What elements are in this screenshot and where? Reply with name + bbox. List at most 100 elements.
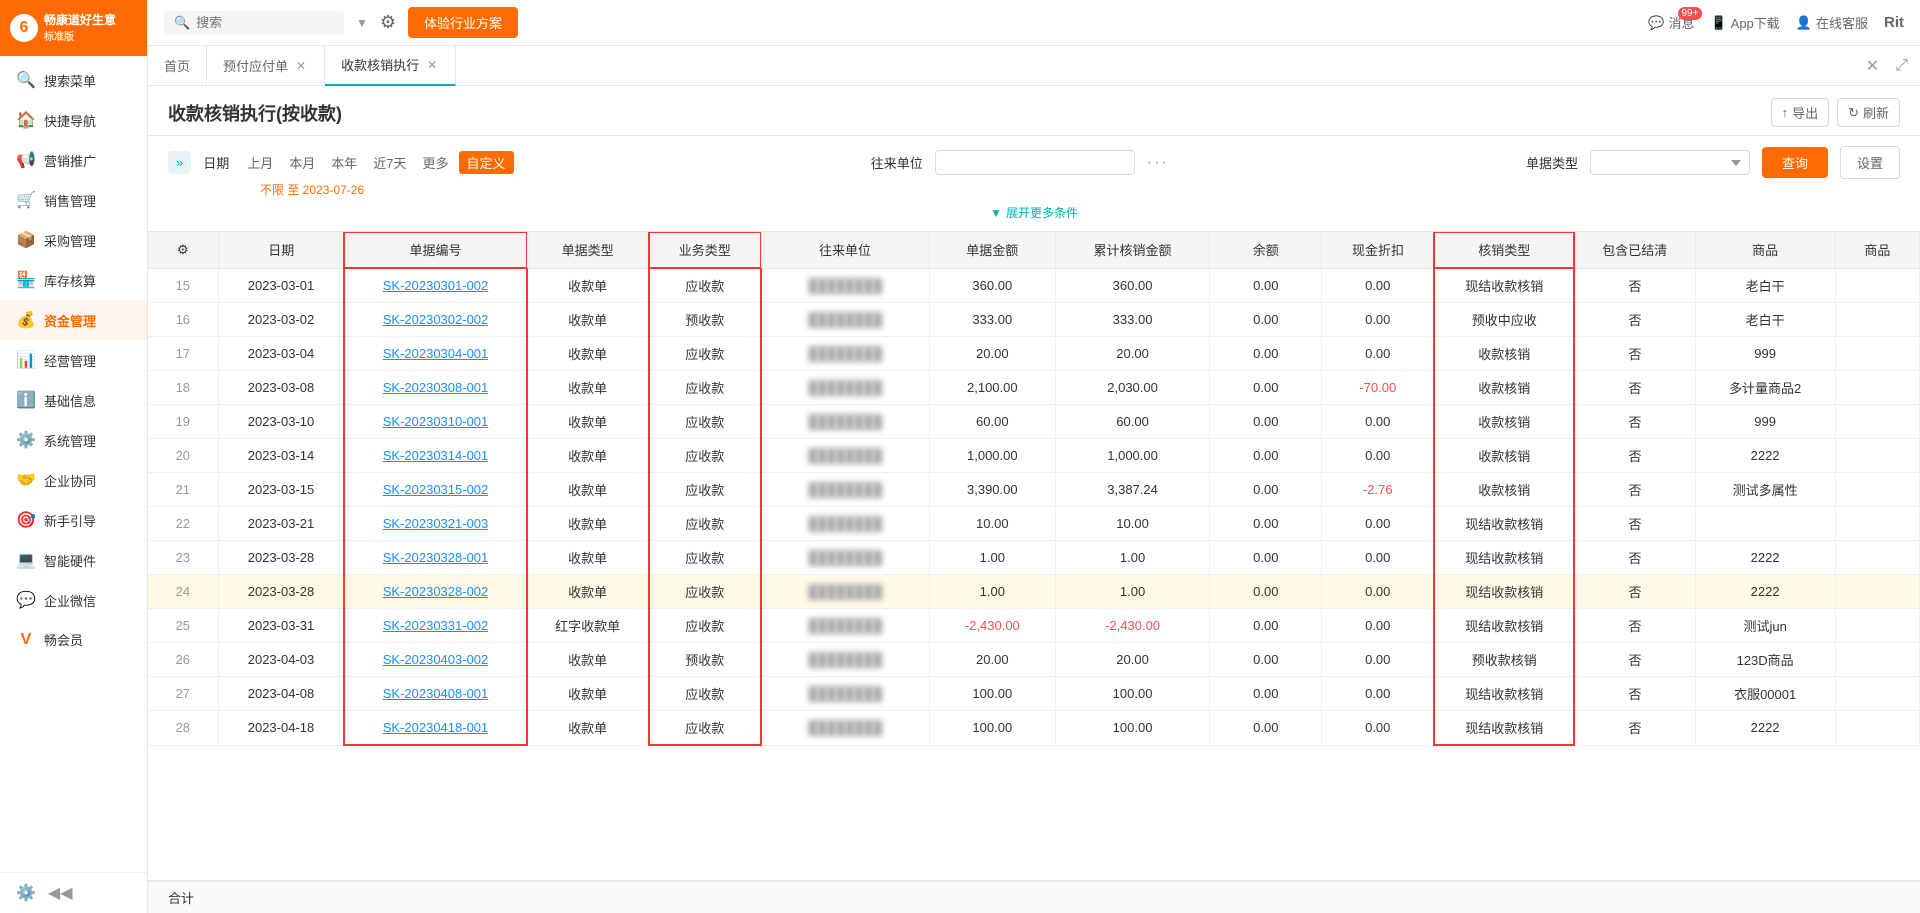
gear-icon[interactable]: ⚙ bbox=[380, 12, 396, 33]
table-row: 26 2023-04-03 SK-20230403-002 收款单 预收款 ██… bbox=[148, 643, 1920, 677]
sidebar-item-quicknav[interactable]: 🏠 快捷导航 bbox=[0, 100, 147, 140]
sidebar-item-business[interactable]: 📊 经营管理 bbox=[0, 340, 147, 380]
cell-partner: ████████ bbox=[761, 371, 929, 405]
doc-type-select[interactable] bbox=[1590, 150, 1750, 175]
cell-doctype: 收款单 bbox=[527, 541, 649, 575]
th-balance[interactable]: 余额 bbox=[1210, 232, 1322, 268]
sidebar-item-inventory[interactable]: 🏪 库存核算 bbox=[0, 260, 147, 300]
cell-balance: 0.00 bbox=[1210, 711, 1322, 746]
cell-balance: 0.00 bbox=[1210, 337, 1322, 371]
app-download-button[interactable]: 📱 App下载 bbox=[1710, 13, 1779, 32]
cell-amount: 20.00 bbox=[929, 337, 1055, 371]
setting-button[interactable]: 设置 bbox=[1840, 146, 1900, 179]
cell-amount: -2,430.00 bbox=[929, 609, 1055, 643]
th-docno[interactable]: 单据编号 bbox=[344, 232, 526, 268]
more-date-btn[interactable]: 更多 bbox=[417, 151, 455, 174]
tab-writeoff-close[interactable]: ✕ bbox=[425, 56, 439, 74]
sidebar-item-search[interactable]: 🔍 搜索菜单 bbox=[0, 60, 147, 100]
refresh-button[interactable]: ↻ 刷新 bbox=[1837, 98, 1900, 127]
docno-link[interactable]: SK-20230302-002 bbox=[383, 312, 489, 327]
cell-date: 2023-03-04 bbox=[218, 337, 344, 371]
th-discount[interactable]: 现金折扣 bbox=[1322, 232, 1434, 268]
cell-settled: 否 bbox=[1574, 507, 1695, 541]
maximize-icon[interactable]: ⤢ bbox=[1891, 53, 1912, 79]
th-doctype[interactable]: 单据类型 bbox=[527, 232, 649, 268]
cell-balance: 0.00 bbox=[1210, 643, 1322, 677]
docno-link[interactable]: SK-20230308-001 bbox=[383, 380, 489, 395]
last-month-btn[interactable]: 上月 bbox=[241, 151, 279, 174]
export-button[interactable]: ↑ 导出 bbox=[1771, 98, 1830, 127]
table-row: 25 2023-03-31 SK-20230331-002 红字收款单 应收款 … bbox=[148, 609, 1920, 643]
last7-btn[interactable]: 近7天 bbox=[367, 151, 412, 174]
th-writeofftype[interactable]: 核销类型 bbox=[1434, 232, 1574, 268]
tab-writeoff[interactable]: 收款核销执行 ✕ bbox=[325, 46, 456, 86]
this-year-btn[interactable]: 本年 bbox=[325, 151, 363, 174]
sidebar-item-basic[interactable]: ℹ️ 基础信息 bbox=[0, 380, 147, 420]
more-options-icon[interactable]: ··· bbox=[1147, 154, 1169, 172]
partner-input[interactable] bbox=[935, 150, 1135, 175]
sidebar-item-sales[interactable]: 🛒 销售管理 bbox=[0, 180, 147, 220]
collapse-icon[interactable]: ◀◀ bbox=[48, 883, 73, 903]
sidebar-item-marketing[interactable]: 📢 营销推广 bbox=[0, 140, 147, 180]
cell-docno: SK-20230331-002 bbox=[344, 609, 526, 643]
expand-more-btn[interactable]: ▼ 展开更多条件 bbox=[990, 204, 1078, 221]
cell-doctype: 收款单 bbox=[527, 643, 649, 677]
sidebar-item-purchase[interactable]: 📦 采购管理 bbox=[0, 220, 147, 260]
docno-link[interactable]: SK-20230310-001 bbox=[383, 414, 489, 429]
th-product1[interactable]: 商品 bbox=[1695, 232, 1835, 268]
docno-link[interactable]: SK-20230314-001 bbox=[383, 448, 489, 463]
cell-settled: 否 bbox=[1574, 609, 1695, 643]
docno-link[interactable]: SK-20230331-002 bbox=[383, 618, 489, 633]
tab-prepay-close[interactable]: ✕ bbox=[294, 57, 308, 75]
search-icon: 🔍 bbox=[174, 15, 190, 31]
cell-date: 2023-04-18 bbox=[218, 711, 344, 746]
user-menu[interactable]: Rit bbox=[1884, 14, 1904, 31]
docno-link[interactable]: SK-20230301-002 bbox=[383, 278, 489, 293]
th-settled[interactable]: 包含已结清 bbox=[1574, 232, 1695, 268]
sidebar-item-wxwork[interactable]: 💬 企业微信 bbox=[0, 580, 147, 620]
filter-expand-btn[interactable]: » bbox=[168, 151, 191, 174]
tab-home[interactable]: 首页 bbox=[148, 46, 207, 86]
settings-footer-icon[interactable]: ⚙️ bbox=[16, 883, 36, 903]
cell-amount: 10.00 bbox=[929, 507, 1055, 541]
query-button[interactable]: 查询 bbox=[1762, 147, 1828, 178]
sidebar-item-collab[interactable]: 🤝 企业协同 bbox=[0, 460, 147, 500]
sidebar-item-guide[interactable]: 🎯 新手引导 bbox=[0, 500, 147, 540]
sidebar: 6 畅康道好生意 标准版 🔍 搜索菜单 🏠 快捷导航 📢 营销推广 🛒 销售管理… bbox=[0, 0, 148, 913]
th-date[interactable]: 日期 bbox=[218, 232, 344, 268]
docno-link[interactable]: SK-20230328-002 bbox=[383, 584, 489, 599]
cell-settled: 否 bbox=[1574, 575, 1695, 609]
solution-button[interactable]: 体验行业方案 bbox=[408, 7, 518, 38]
tab-prepay[interactable]: 预付应付单 ✕ bbox=[207, 46, 325, 86]
docno-link[interactable]: SK-20230321-003 bbox=[383, 516, 489, 531]
sidebar-item-finance[interactable]: 💰 资金管理 bbox=[0, 300, 147, 340]
cell-product1: 2222 bbox=[1695, 575, 1835, 609]
docno-link[interactable]: SK-20230328-001 bbox=[383, 550, 489, 565]
table-scroll[interactable]: ⚙ 日期 单据编号 单据类型 业务类型 往来单位 单据金额 累计核销金额 余额 … bbox=[148, 232, 1920, 880]
online-service-button[interactable]: 👤 在线客服 bbox=[1796, 13, 1868, 32]
message-button[interactable]: 💬 消息 99+ bbox=[1648, 13, 1694, 32]
cell-product2 bbox=[1835, 303, 1919, 337]
docno-link[interactable]: SK-20230403-002 bbox=[383, 652, 489, 667]
th-settings[interactable]: ⚙ bbox=[148, 232, 218, 268]
search-input[interactable] bbox=[196, 15, 316, 30]
sidebar-item-member[interactable]: V 畅会员 bbox=[0, 620, 147, 659]
sidebar-item-system[interactable]: ⚙️ 系统管理 bbox=[0, 420, 147, 460]
docno-link[interactable]: SK-20230315-002 bbox=[383, 482, 489, 497]
th-product2[interactable]: 商品 bbox=[1835, 232, 1919, 268]
sidebar-item-hardware[interactable]: 💻 智能硬件 bbox=[0, 540, 147, 580]
th-accum[interactable]: 累计核销金额 bbox=[1055, 232, 1209, 268]
docno-link[interactable]: SK-20230408-001 bbox=[383, 686, 489, 701]
dropdown-arrow-icon[interactable]: ▼ bbox=[356, 16, 368, 30]
th-amount[interactable]: 单据金额 bbox=[929, 232, 1055, 268]
custom-date-btn[interactable]: 自定义 bbox=[459, 151, 514, 174]
docno-link[interactable]: SK-20230418-001 bbox=[383, 720, 489, 735]
topbar-search-box[interactable]: 🔍 bbox=[164, 11, 344, 35]
this-month-btn[interactable]: 本月 bbox=[283, 151, 321, 174]
close-window-icon[interactable]: ✕ bbox=[1862, 52, 1883, 80]
cell-doctype: 收款单 bbox=[527, 303, 649, 337]
docno-link[interactable]: SK-20230304-001 bbox=[383, 346, 489, 361]
th-partner[interactable]: 往来单位 bbox=[761, 232, 929, 268]
main-area: 🔍 ▼ ⚙ 体验行业方案 💬 消息 99+ 📱 App下载 👤 在线客服 Rit bbox=[148, 0, 1920, 913]
th-biztype[interactable]: 业务类型 bbox=[649, 232, 761, 268]
